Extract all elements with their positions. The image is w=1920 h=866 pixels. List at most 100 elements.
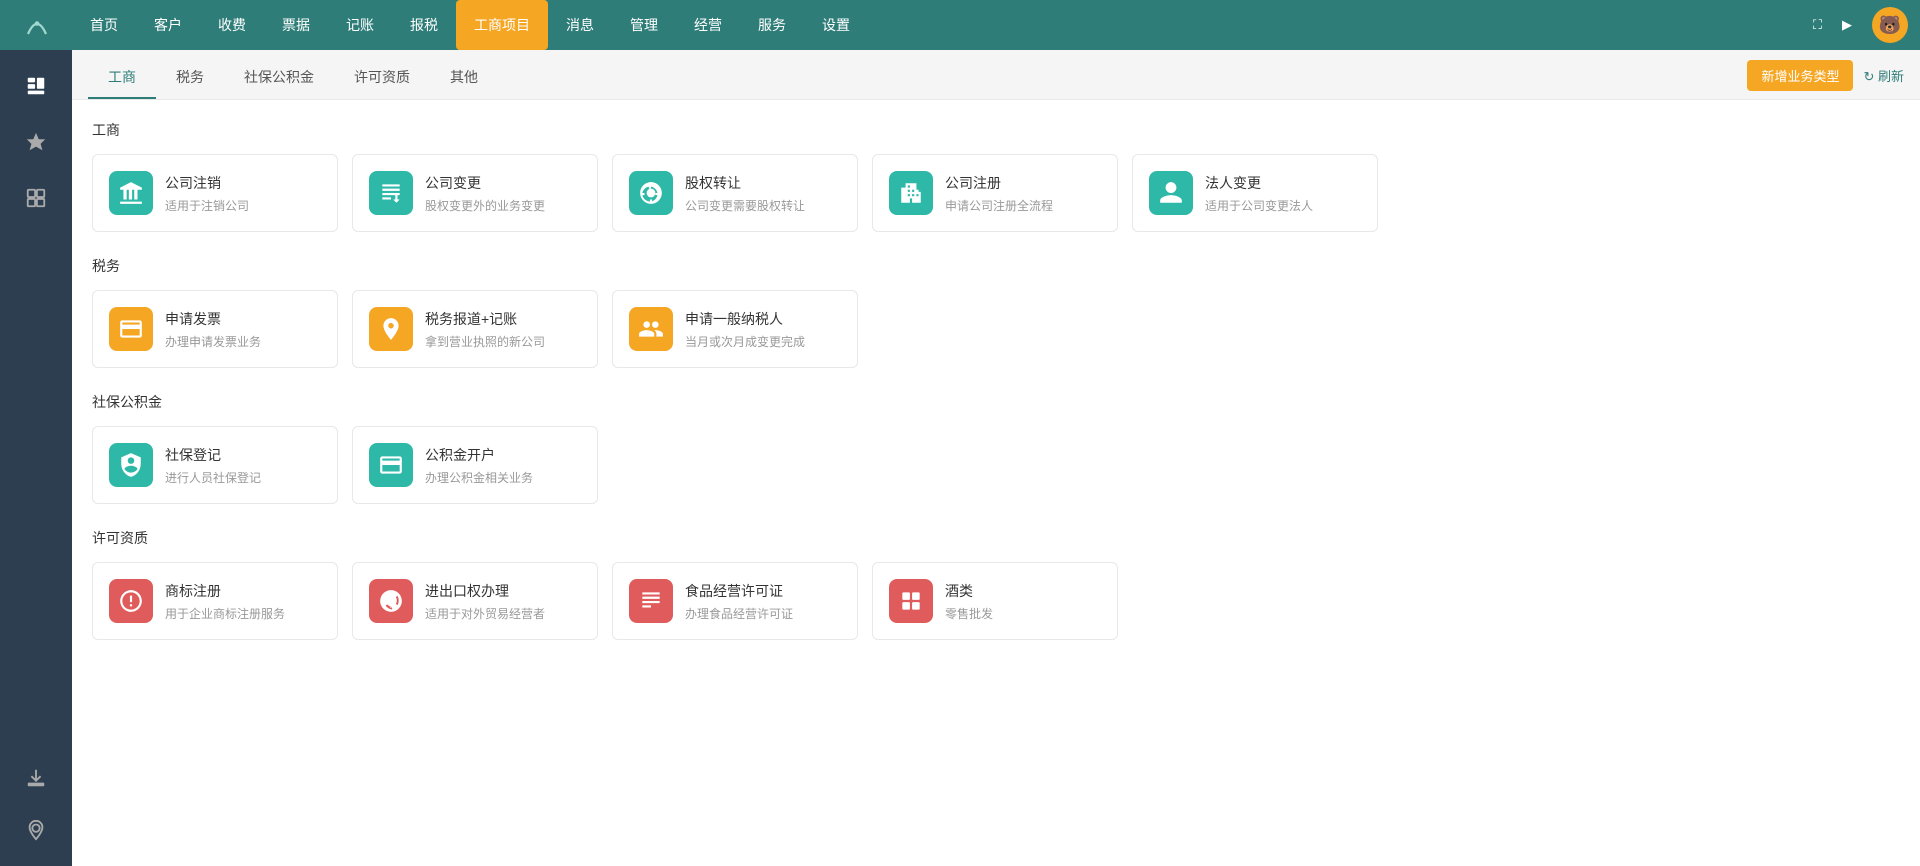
user-avatar[interactable]: 🐻 bbox=[1872, 7, 1908, 43]
nav-item-首页[interactable]: 首页 bbox=[72, 0, 136, 50]
card-title-股权转让: 股权转让 bbox=[685, 173, 805, 193]
card-title-公积金开户: 公积金开户 bbox=[425, 445, 533, 465]
card-desc-进出口权办理: 适用于对外贸易经营者 bbox=[425, 605, 545, 622]
tab-许可资质[interactable]: 许可资质 bbox=[334, 57, 430, 99]
card-法人变更[interactable]: 法人变更适用于公司变更法人 bbox=[1132, 154, 1378, 232]
card-社保登记[interactable]: 社保登记进行人员社保登记 bbox=[92, 426, 338, 504]
sidebar-location-button[interactable] bbox=[0, 804, 72, 856]
nav-item-报税[interactable]: 报税 bbox=[392, 0, 456, 50]
card-desc-股权转让: 公司变更需要股权转让 bbox=[685, 197, 805, 214]
nav-item-客户[interactable]: 客户 bbox=[136, 0, 200, 50]
card-desc-公司注册: 申请公司注册全流程 bbox=[945, 197, 1053, 214]
card-title-税务报道+记账: 税务报道+记账 bbox=[425, 309, 545, 329]
cards-grid-工商: 公司注销适用于注销公司公司变更股权变更外的业务变更股权转让公司变更需要股权转让公… bbox=[92, 154, 1900, 232]
section-title-许可资质: 许可资质 bbox=[92, 528, 1900, 548]
card-税务报道+记账[interactable]: 税务报道+记账拿到营业执照的新公司 bbox=[352, 290, 598, 368]
card-icon-公司注册 bbox=[889, 171, 933, 215]
card-desc-公司变更: 股权变更外的业务变更 bbox=[425, 197, 545, 214]
card-icon-进出口权办理 bbox=[369, 579, 413, 623]
card-text-食品经营许可证: 食品经营许可证办理食品经营许可证 bbox=[685, 581, 793, 622]
main-body: 工商税务社保公积金许可资质其他 新增业务类型 ↻ 刷新 工商公司注销适用于注销公司… bbox=[0, 50, 1920, 866]
card-酒类[interactable]: 酒类零售批发 bbox=[872, 562, 1118, 640]
progress-monitor-icon bbox=[22, 184, 50, 212]
card-股权转让[interactable]: 股权转让公司变更需要股权转让 bbox=[612, 154, 858, 232]
nav-items: 首页客户收费票据记账报税工商项目消息管理经营服务设置 bbox=[72, 0, 1813, 50]
card-desc-社保登记: 进行人员社保登记 bbox=[165, 469, 261, 486]
card-text-公司变更: 公司变更股权变更外的业务变更 bbox=[425, 173, 545, 214]
card-公积金开户[interactable]: 公积金开户办理公积金相关业务 bbox=[352, 426, 598, 504]
card-text-股权转让: 股权转让公司变更需要股权转让 bbox=[685, 173, 805, 214]
card-icon-申请发票 bbox=[109, 307, 153, 351]
vip-button[interactable]: ▶ bbox=[1842, 17, 1856, 33]
content-area: 工商税务社保公积金许可资质其他 新增业务类型 ↻ 刷新 工商公司注销适用于注销公司… bbox=[72, 50, 1920, 866]
sidebar-download-button[interactable] bbox=[0, 752, 72, 804]
card-icon-食品经营许可证 bbox=[629, 579, 673, 623]
nav-right: ⛶ ▶ 🐻 bbox=[1813, 7, 1908, 43]
card-商标注册[interactable]: 商标注册用于企业商标注册服务 bbox=[92, 562, 338, 640]
card-text-酒类: 酒类零售批发 bbox=[945, 581, 993, 622]
card-desc-申请发票: 办理申请发票业务 bbox=[165, 333, 261, 350]
card-desc-商标注册: 用于企业商标注册服务 bbox=[165, 605, 285, 622]
card-desc-税务报道+记账: 拿到营业执照的新公司 bbox=[425, 333, 545, 350]
card-title-社保登记: 社保登记 bbox=[165, 445, 261, 465]
card-text-申请一般纳税人: 申请一般纳税人当月或次月成变更完成 bbox=[685, 309, 805, 350]
card-icon-申请一般纳税人 bbox=[629, 307, 673, 351]
card-desc-食品经营许可证: 办理食品经营许可证 bbox=[685, 605, 793, 622]
sidebar-item-progress-monitor[interactable] bbox=[0, 172, 72, 228]
refresh-button[interactable]: ↻ 刷新 bbox=[1863, 66, 1904, 85]
section-title-税务: 税务 bbox=[92, 256, 1900, 276]
new-business-type-button[interactable]: 新增业务类型 bbox=[1747, 60, 1853, 91]
fullscreen-button[interactable]: ⛶ bbox=[1813, 17, 1826, 33]
card-title-公司变更: 公司变更 bbox=[425, 173, 545, 193]
card-申请发票[interactable]: 申请发票办理申请发票业务 bbox=[92, 290, 338, 368]
card-公司注销[interactable]: 公司注销适用于注销公司 bbox=[92, 154, 338, 232]
tab-税务[interactable]: 税务 bbox=[156, 57, 224, 99]
section-title-社保公积金: 社保公积金 bbox=[92, 392, 1900, 412]
card-desc-法人变更: 适用于公司变更法人 bbox=[1205, 197, 1313, 214]
left-sidebar bbox=[0, 50, 72, 866]
card-text-法人变更: 法人变更适用于公司变更法人 bbox=[1205, 173, 1313, 214]
nav-item-管理[interactable]: 管理 bbox=[612, 0, 676, 50]
card-icon-公积金开户 bbox=[369, 443, 413, 487]
card-text-申请发票: 申请发票办理申请发票业务 bbox=[165, 309, 261, 350]
card-desc-酒类: 零售批发 bbox=[945, 605, 993, 622]
nav-item-设置[interactable]: 设置 bbox=[804, 0, 868, 50]
card-title-申请发票: 申请发票 bbox=[165, 309, 261, 329]
card-icon-股权转让 bbox=[629, 171, 673, 215]
tab-社保公积金[interactable]: 社保公积金 bbox=[224, 57, 334, 99]
card-进出口权办理[interactable]: 进出口权办理适用于对外贸易经营者 bbox=[352, 562, 598, 640]
tab-bar: 工商税务社保公积金许可资质其他 新增业务类型 ↻ 刷新 bbox=[72, 50, 1920, 100]
card-title-食品经营许可证: 食品经营许可证 bbox=[685, 581, 793, 601]
card-icon-公司注销 bbox=[109, 171, 153, 215]
card-公司注册[interactable]: 公司注册申请公司注册全流程 bbox=[872, 154, 1118, 232]
card-text-进出口权办理: 进出口权办理适用于对外贸易经营者 bbox=[425, 581, 545, 622]
nav-item-收费[interactable]: 收费 bbox=[200, 0, 264, 50]
card-text-公积金开户: 公积金开户办理公积金相关业务 bbox=[425, 445, 533, 486]
card-icon-酒类 bbox=[889, 579, 933, 623]
card-title-法人变更: 法人变更 bbox=[1205, 173, 1313, 193]
nav-item-消息[interactable]: 消息 bbox=[548, 0, 612, 50]
nav-item-服务[interactable]: 服务 bbox=[740, 0, 804, 50]
card-text-公司注销: 公司注销适用于注销公司 bbox=[165, 173, 249, 214]
nav-item-记账[interactable]: 记账 bbox=[328, 0, 392, 50]
nav-item-经营[interactable]: 经营 bbox=[676, 0, 740, 50]
location-icon bbox=[22, 816, 50, 844]
tab-其他[interactable]: 其他 bbox=[430, 57, 498, 99]
card-食品经营许可证[interactable]: 食品经营许可证办理食品经营许可证 bbox=[612, 562, 858, 640]
nav-item-工商项目[interactable]: 工商项目 bbox=[456, 0, 548, 50]
top-navigation: 首页客户收费票据记账报税工商项目消息管理经营服务设置 ⛶ ▶ 🐻 bbox=[0, 0, 1920, 50]
project-type-icon bbox=[22, 128, 50, 156]
card-icon-社保登记 bbox=[109, 443, 153, 487]
card-title-酒类: 酒类 bbox=[945, 581, 993, 601]
sidebar-item-project-type[interactable] bbox=[0, 116, 72, 172]
card-icon-公司变更 bbox=[369, 171, 413, 215]
card-公司变更[interactable]: 公司变更股权变更外的业务变更 bbox=[352, 154, 598, 232]
card-desc-公积金开户: 办理公积金相关业务 bbox=[425, 469, 533, 486]
card-title-申请一般纳税人: 申请一般纳税人 bbox=[685, 309, 805, 329]
tab-工商[interactable]: 工商 bbox=[88, 57, 156, 99]
nav-item-票据[interactable]: 票据 bbox=[264, 0, 328, 50]
card-icon-税务报道+记账 bbox=[369, 307, 413, 351]
scroll-content: 工商公司注销适用于注销公司公司变更股权变更外的业务变更股权转让公司变更需要股权转… bbox=[72, 100, 1920, 866]
sidebar-item-project-management[interactable] bbox=[0, 60, 72, 116]
card-申请一般纳税人[interactable]: 申请一般纳税人当月或次月成变更完成 bbox=[612, 290, 858, 368]
